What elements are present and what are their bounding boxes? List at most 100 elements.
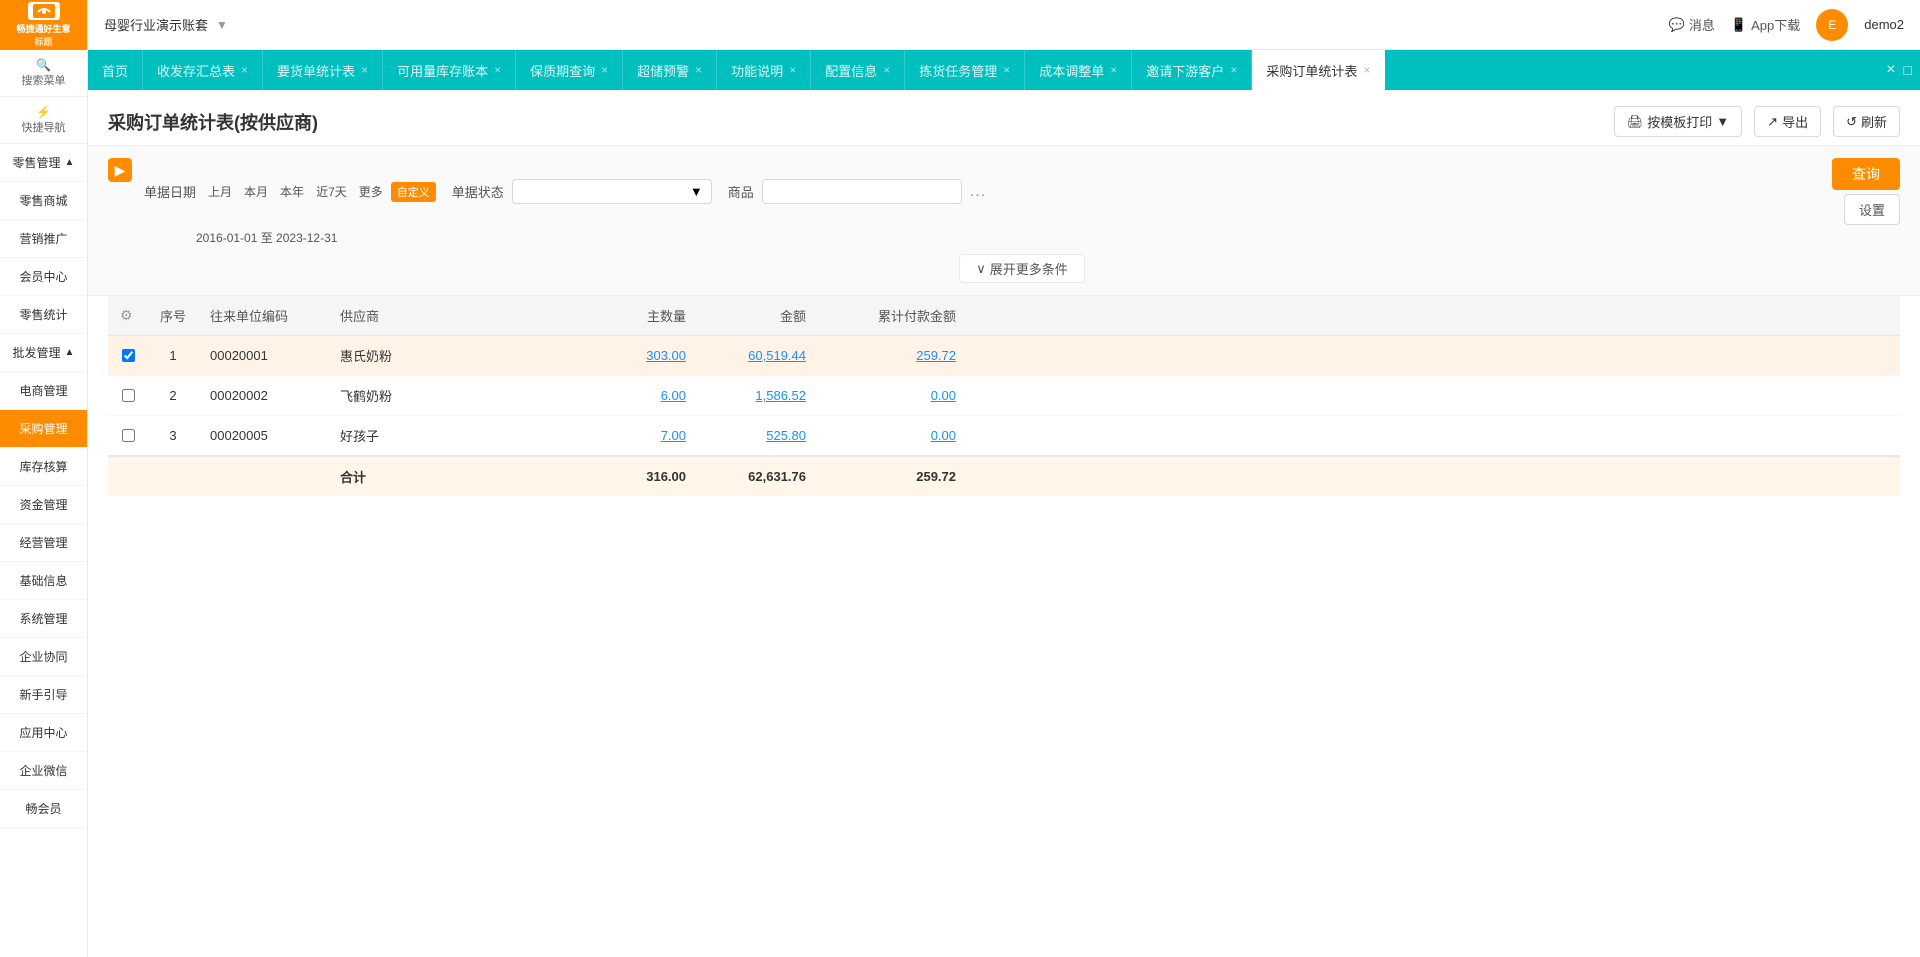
print-label: 按模板打印 [1647,112,1712,131]
tab-bar-close-icon[interactable]: × [1886,61,1895,79]
sidebar-item-retail-shop[interactable]: 零售商城 [0,182,87,220]
tab-close-collect[interactable]: × [241,63,248,77]
sidebar-item-app-center[interactable]: 应用中心 [0,714,87,752]
sidebar-item-retail-mgmt[interactable]: 零售管理▲ [0,144,87,182]
workspace-title: 母婴行业演示账套 [104,15,208,34]
row-qty-2[interactable]: 7.00 [578,416,698,457]
tab-available-stock[interactable]: 可用量库存账本× [383,50,516,90]
workspace-dropdown-icon[interactable]: ▼ [216,18,228,32]
status-filter-label: 单据状态 [452,182,504,201]
row-amount-0[interactable]: 60,519.44 [698,336,818,376]
row-checkbox-0[interactable] [108,336,148,376]
row-checkbox-2[interactable] [108,416,148,457]
date-custom-button[interactable]: 自定义 [391,182,436,202]
data-table: ⚙ 序号 往来单位编码 供应商 主数量 金额 累计付款金额 1 [108,296,1900,496]
tab-home[interactable]: 首页 [88,50,143,90]
tab-purchase-order-stat[interactable]: 采购订单统计表 × [1252,50,1385,90]
tab-label-func-desc: 功能说明 [731,61,783,80]
sidebar-item-enterprise[interactable]: 企业协同 [0,638,87,676]
export-button[interactable]: ↗ 导出 [1754,106,1821,137]
tab-close-purchase-order-stat[interactable]: × [1363,63,1370,77]
tab-expiry[interactable]: 保质期查询× [516,50,623,90]
refresh-button[interactable]: ↺ 刷新 [1833,106,1900,137]
tab-config[interactable]: 配置信息× [811,50,905,90]
avatar-initials: E [1828,18,1836,32]
goods-more-icon[interactable]: ... [970,183,986,201]
sidebar-item-finance[interactable]: 资金管理 [0,486,87,524]
table-row[interactable]: 2 00020002 飞鹤奶粉 6.00 1,586.52 0.00 [108,376,1900,416]
row-supplier-0: 惠氏奶粉 [328,336,578,376]
tab-pick-task[interactable]: 拣货任务管理× [905,50,1025,90]
sidebar-item-member[interactable]: 会员中心 [0,258,87,296]
date-shortcut-more[interactable]: 更多 [355,181,387,202]
user-avatar[interactable]: E [1816,9,1848,41]
tab-cost-adjust[interactable]: 成本调整单× [1025,50,1132,90]
tab-close-available-stock[interactable]: × [494,63,501,77]
tab-close-overstock[interactable]: × [695,63,702,77]
row-paid-1[interactable]: 0.00 [818,376,968,416]
sidebar-item-retail-stats[interactable]: 零售统计 [0,296,87,334]
tab-label-collect: 收发存汇总表 [157,61,235,80]
date-shortcut-this-year[interactable]: 本年 [276,181,308,202]
tab-bar-maximize-icon[interactable]: □ [1904,62,1912,78]
sidebar-item-purchase[interactable]: 采购管理 [0,410,87,448]
sidebar-item-vip[interactable]: 畅会员 [0,790,87,828]
goods-input[interactable] [762,179,962,204]
tab-collect[interactable]: 收发存汇总表 × [143,50,263,90]
status-select[interactable]: ▼ [512,179,712,204]
tab-close-purchase-stat[interactable]: × [361,63,368,77]
sidebar-item-ops[interactable]: 经营管理 [0,524,87,562]
sidebar-item-ecommerce[interactable]: 电商管理 [0,372,87,410]
tab-func-desc[interactable]: 功能说明 × [717,50,811,90]
date-shortcut-last-month[interactable]: 上月 [204,181,236,202]
row-amount-2[interactable]: 525.80 [698,416,818,457]
query-button[interactable]: 查询 [1832,158,1900,190]
row-amount-1[interactable]: 1,586.52 [698,376,818,416]
tab-overstock[interactable]: 超储预警× [623,50,717,90]
sidebar-item-newbie[interactable]: 新手引导 [0,676,87,714]
sidebar-item-inventory[interactable]: 库存核算 [0,448,87,486]
app-download-button[interactable]: 📱 App下载 [1731,15,1800,34]
row-no-1: 2 [148,376,198,416]
row-checkbox-1[interactable] [108,376,148,416]
tab-close-cost-adjust[interactable]: × [1110,63,1117,77]
msg-button[interactable]: 💬 消息 [1669,15,1715,34]
sidebar-shortcut[interactable]: ⚡ 快捷导航 [0,97,87,144]
sidebar-search[interactable]: 🔍 搜索菜单 [0,50,87,97]
table-settings-icon[interactable]: ⚙ [120,307,133,323]
date-shortcut-7days[interactable]: 近7天 [312,181,351,202]
tab-purchase-stat[interactable]: 要货单统计表 × [263,50,383,90]
page-actions: 🖨 按模板打印 ▼ ↗ 导出 ↺ 刷新 [1614,106,1900,137]
tab-close-func-desc[interactable]: × [789,63,796,77]
tab-close-invite[interactable]: × [1230,63,1237,77]
row-qty-0[interactable]: 303.00 [578,336,698,376]
setting-button[interactable]: 设置 [1844,194,1900,225]
tab-close-expiry[interactable]: × [601,63,608,77]
col-qty-header: 主数量 [578,296,698,336]
sidebar-item-wechat[interactable]: 企业微信 [0,752,87,790]
print-button[interactable]: 🖨 按模板打印 ▼ [1614,106,1742,137]
row-code-2: 00020005 [198,416,328,457]
row-paid-0[interactable]: 259.72 [818,336,968,376]
tab-label-purchase-stat: 要货单统计表 [277,61,355,80]
sidebar-item-basic[interactable]: 基础信息 [0,562,87,600]
table-row[interactable]: 3 00020005 好孩子 7.00 525.80 0.00 [108,416,1900,457]
sidebar-item-wholesale[interactable]: 批发管理▲ [0,334,87,372]
tab-label-purchase-order-stat: 采购订单统计表 [1266,61,1357,80]
row-no-2: 3 [148,416,198,457]
row-qty-1[interactable]: 6.00 [578,376,698,416]
date-shortcut-this-month[interactable]: 本月 [240,181,272,202]
row-paid-2[interactable]: 0.00 [818,416,968,457]
tab-close-config[interactable]: × [883,63,890,77]
filter-toggle-button[interactable]: ▶ [108,158,132,182]
table-row[interactable]: 1 00020001 惠氏奶粉 303.00 60,519.44 259.72 [108,336,1900,376]
status-filter-group: 单据状态 ▼ [452,179,712,204]
sidebar-item-label-system: 系统管理 [19,610,67,627]
tab-invite[interactable]: 邀请下游客户× [1132,50,1252,90]
tab-close-pick-task[interactable]: × [1003,63,1010,77]
sidebar-item-label-vip: 畅会员 [25,800,61,817]
sidebar-item-system[interactable]: 系统管理 [0,600,87,638]
expand-button[interactable]: ∨ 展开更多条件 [959,254,1085,283]
sidebar-item-marketing[interactable]: 营销推广 [0,220,87,258]
col-code-header: 往来单位编码 [198,296,328,336]
